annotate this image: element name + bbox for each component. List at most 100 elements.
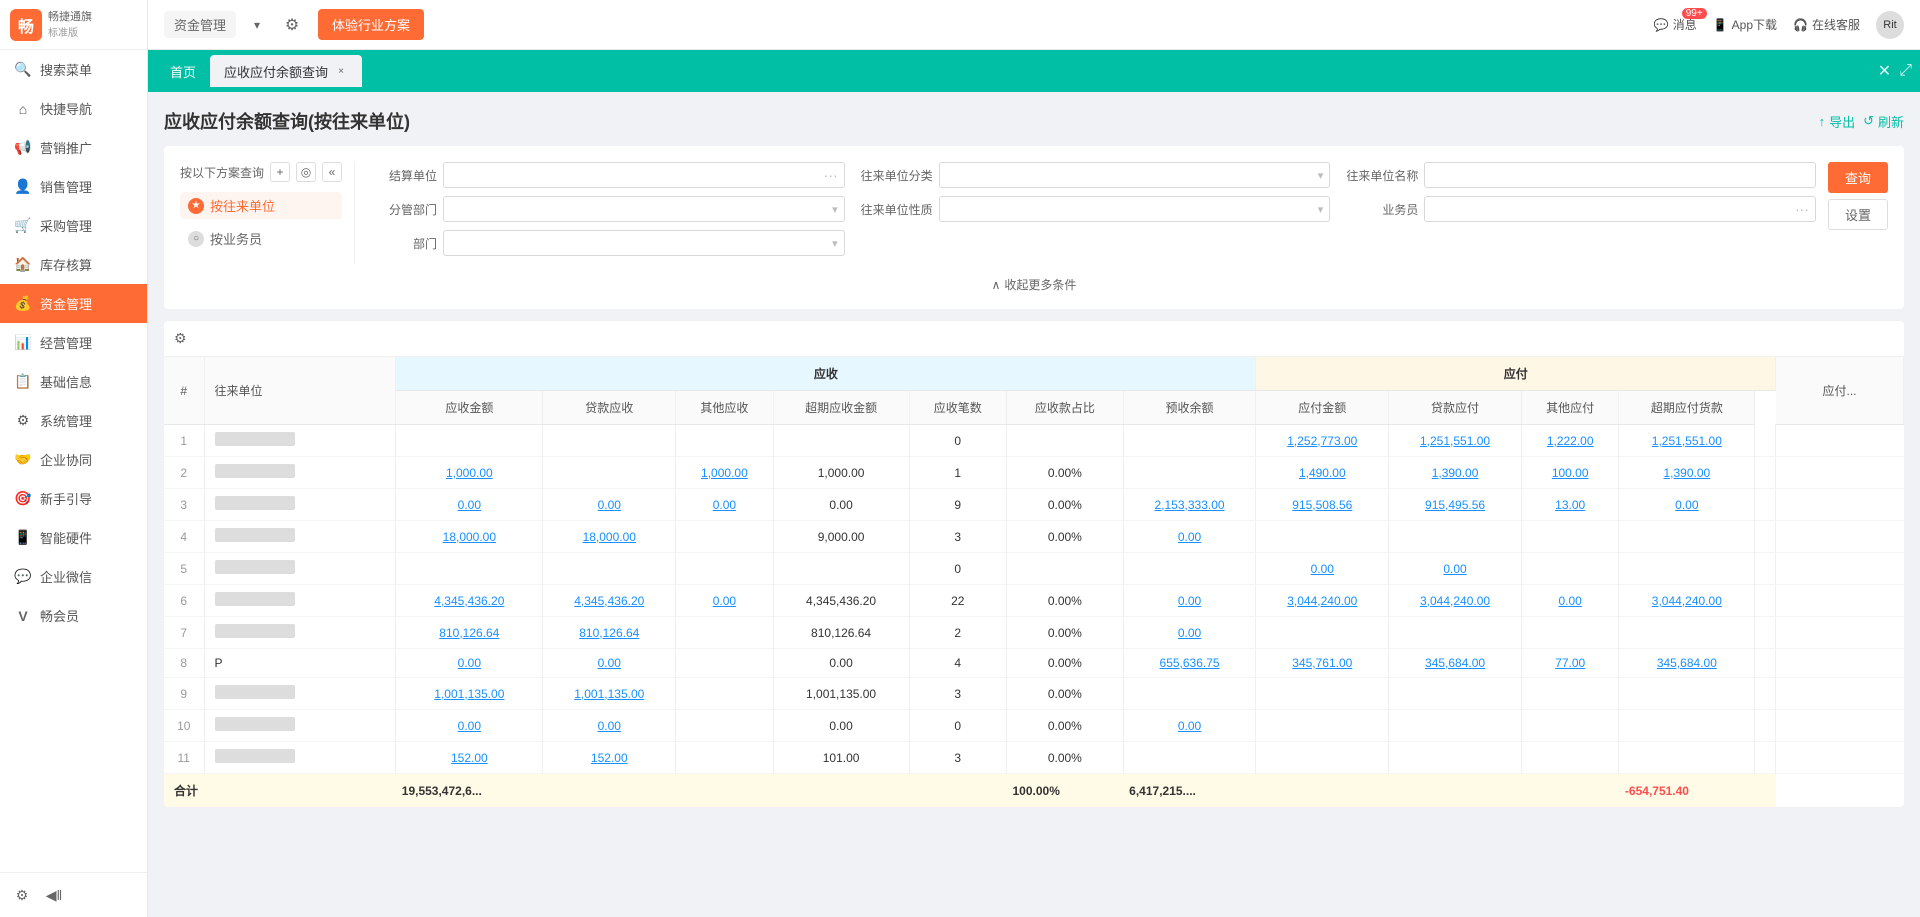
table-cell[interactable]: 3,044,240.00 bbox=[1389, 585, 1522, 617]
table-cell[interactable]: 1,251,551.00 bbox=[1619, 425, 1755, 457]
export-button[interactable]: ↑ 导出 bbox=[1819, 112, 1856, 131]
topbar-online-service[interactable]: 🎧 在线客服 bbox=[1793, 16, 1860, 33]
settings-button[interactable]: 设置 bbox=[1828, 199, 1888, 230]
table-cell[interactable]: 1,001,135.00 bbox=[543, 678, 676, 710]
table-cell[interactable]: 810,126.64 bbox=[543, 617, 676, 649]
tab-close-icon[interactable]: × bbox=[334, 64, 348, 78]
table-cell[interactable]: 655,636.75 bbox=[1123, 649, 1256, 678]
table-cell[interactable]: 2,153,333.00 bbox=[1123, 489, 1256, 521]
sidebar-item-basic[interactable]: 📋 基础信息 bbox=[0, 362, 147, 401]
table-cell[interactable]: 915,508.56 bbox=[1256, 489, 1389, 521]
tab-home[interactable]: 首页 bbox=[156, 55, 210, 87]
partner-nature-input[interactable]: ▾ bbox=[939, 196, 1331, 222]
filter-edit-button[interactable]: ◎ bbox=[296, 162, 316, 182]
collapse-bottom-icon[interactable]: ◀‖ bbox=[42, 883, 66, 907]
sidebar-item-member[interactable]: V 畅会员 bbox=[0, 596, 147, 635]
table-cell[interactable]: 152.00 bbox=[396, 742, 543, 774]
table-cell[interactable]: 0.00 bbox=[1521, 585, 1619, 617]
sidebar-item-search[interactable]: 🔍 搜索菜单 bbox=[0, 50, 147, 89]
table-cell[interactable]: 0.00 bbox=[676, 585, 774, 617]
sidebar-item-purchase[interactable]: 🛒 采购管理 bbox=[0, 206, 147, 245]
table-cell[interactable]: 152.00 bbox=[543, 742, 676, 774]
partner-category-input[interactable]: ▾ bbox=[939, 162, 1331, 188]
table-cell[interactable]: 3,044,240.00 bbox=[1619, 585, 1755, 617]
table-cell[interactable]: 345,684.00 bbox=[1619, 649, 1755, 678]
collapse-more-button[interactable]: ∧ 收起更多条件 bbox=[992, 276, 1077, 293]
table-cell[interactable]: 1,000.00 bbox=[676, 457, 774, 489]
table-cell[interactable]: 0.00 bbox=[1256, 553, 1389, 585]
sidebar-item-hardware[interactable]: 📱 智能硬件 bbox=[0, 518, 147, 557]
table-cell[interactable]: 0.00 bbox=[543, 489, 676, 521]
table-cell[interactable]: 13.00 bbox=[1521, 489, 1619, 521]
settings-bottom-icon[interactable]: ⚙ bbox=[10, 883, 34, 907]
table-cell[interactable]: 0.00 bbox=[676, 489, 774, 521]
topbar-dropdown-icon[interactable]: ▾ bbox=[248, 16, 266, 34]
settlement-unit-input[interactable]: ··· bbox=[443, 162, 845, 188]
table-cell[interactable]: 4,345,436.20 bbox=[543, 585, 676, 617]
table-cell[interactable]: 3,044,240.00 bbox=[1256, 585, 1389, 617]
salesperson-input[interactable]: ··· bbox=[1424, 196, 1816, 222]
table-cell[interactable]: 100.00 bbox=[1521, 457, 1619, 489]
sidebar-item-wechat[interactable]: 💬 企业微信 bbox=[0, 557, 147, 596]
sidebar-item-sales[interactable]: 👤 销售管理 bbox=[0, 167, 147, 206]
refresh-button[interactable]: ↺ 刷新 bbox=[1863, 112, 1904, 131]
topbar-user-avatar[interactable]: Rit bbox=[1876, 11, 1904, 39]
table-cell[interactable]: 0.00 bbox=[1123, 617, 1256, 649]
sidebar-item-operation[interactable]: 📊 经营管理 bbox=[0, 323, 147, 362]
table-cell[interactable]: 1,390.00 bbox=[1619, 457, 1755, 489]
table-cell[interactable]: 18,000.00 bbox=[543, 521, 676, 553]
table-cell[interactable]: 1,252,773.00 bbox=[1256, 425, 1389, 457]
table-cell[interactable]: 18,000.00 bbox=[396, 521, 543, 553]
table-cell[interactable]: 0.00 bbox=[543, 649, 676, 678]
scheme-partner-unit[interactable]: ★ 按往来单位 bbox=[180, 192, 342, 219]
filter-dept-incharge: 分管部门 ▾ bbox=[367, 196, 845, 222]
table-cell[interactable]: 810,126.64 bbox=[396, 617, 543, 649]
department-input[interactable]: ▾ bbox=[443, 230, 845, 256]
sidebar-item-quick[interactable]: ⌂ 快捷导航 bbox=[0, 89, 147, 128]
topbar-gear-icon[interactable]: ⚙ bbox=[278, 11, 306, 39]
topbar-app-download[interactable]: 📱 App下载 bbox=[1713, 16, 1777, 33]
table-cell[interactable]: 1,390.00 bbox=[1389, 457, 1522, 489]
tab-close-window-icon[interactable]: ✕ bbox=[1878, 61, 1891, 81]
sidebar-item-finance[interactable]: 💰 资金管理 bbox=[0, 284, 147, 323]
table-cell[interactable]: 345,761.00 bbox=[1256, 649, 1389, 678]
table-settings-icon[interactable]: ⚙ bbox=[174, 330, 187, 347]
table-cell[interactable]: 77.00 bbox=[1521, 649, 1619, 678]
table-cell[interactable]: 1,251,551.00 bbox=[1389, 425, 1522, 457]
tab-maximize-icon[interactable]: ⤢ bbox=[1899, 62, 1912, 80]
filter-add-button[interactable]: + bbox=[270, 162, 290, 182]
table-cell[interactable]: 0.00 bbox=[1619, 489, 1755, 521]
tab-receivable[interactable]: 应收应付余额查询 × bbox=[210, 55, 362, 87]
table-cell[interactable]: 1,000.00 bbox=[396, 457, 543, 489]
table-cell[interactable]: 915,495.56 bbox=[1389, 489, 1522, 521]
dept-incharge-input[interactable]: ▾ bbox=[443, 196, 845, 222]
sidebar-item-inventory[interactable]: 🏠 库存核算 bbox=[0, 245, 147, 284]
filter-collapse-button[interactable]: « bbox=[322, 162, 342, 182]
table-cell[interactable]: 0.00 bbox=[1123, 521, 1256, 553]
table-cell[interactable]: 0.00 bbox=[1123, 710, 1256, 742]
table-cell[interactable]: 0.00 bbox=[396, 649, 543, 678]
sidebar-item-guide[interactable]: 🎯 新手引导 bbox=[0, 479, 147, 518]
topbar-message[interactable]: 💬 消息 99+ bbox=[1654, 16, 1697, 33]
table-cell[interactable]: 1,001,135.00 bbox=[396, 678, 543, 710]
table-cell[interactable]: 0.00 bbox=[543, 710, 676, 742]
table-cell[interactable]: 4,345,436.20 bbox=[396, 585, 543, 617]
table-cell[interactable]: 1,490.00 bbox=[1256, 457, 1389, 489]
sidebar-label-system: 系统管理 bbox=[40, 411, 92, 430]
partner-name-input[interactable] bbox=[1424, 162, 1816, 188]
sidebar-item-system[interactable]: ⚙ 系统管理 bbox=[0, 401, 147, 440]
scheme-salesperson[interactable]: ○ 按业务员 bbox=[180, 225, 342, 252]
table-cell[interactable]: 0.00 bbox=[396, 710, 543, 742]
promo-button[interactable]: 体验行业方案 bbox=[318, 9, 424, 40]
footer-prepay-total[interactable]: 6,417,215.... bbox=[1123, 774, 1256, 808]
table-cell[interactable]: 0.00 bbox=[1389, 553, 1522, 585]
table-cell[interactable]: 345,684.00 bbox=[1389, 649, 1522, 678]
sidebar-item-marketing[interactable]: 📢 营销推广 bbox=[0, 128, 147, 167]
table-cell[interactable]: 0.00 bbox=[1123, 585, 1256, 617]
table-cell bbox=[676, 553, 774, 585]
sidebar-item-collab[interactable]: 🤝 企业协同 bbox=[0, 440, 147, 479]
table-cell[interactable]: 0.00 bbox=[396, 489, 543, 521]
footer-rec-total[interactable]: 19,553,472,6... bbox=[396, 774, 543, 808]
query-button[interactable]: 查询 bbox=[1828, 162, 1888, 193]
table-cell[interactable]: 1,222.00 bbox=[1521, 425, 1619, 457]
